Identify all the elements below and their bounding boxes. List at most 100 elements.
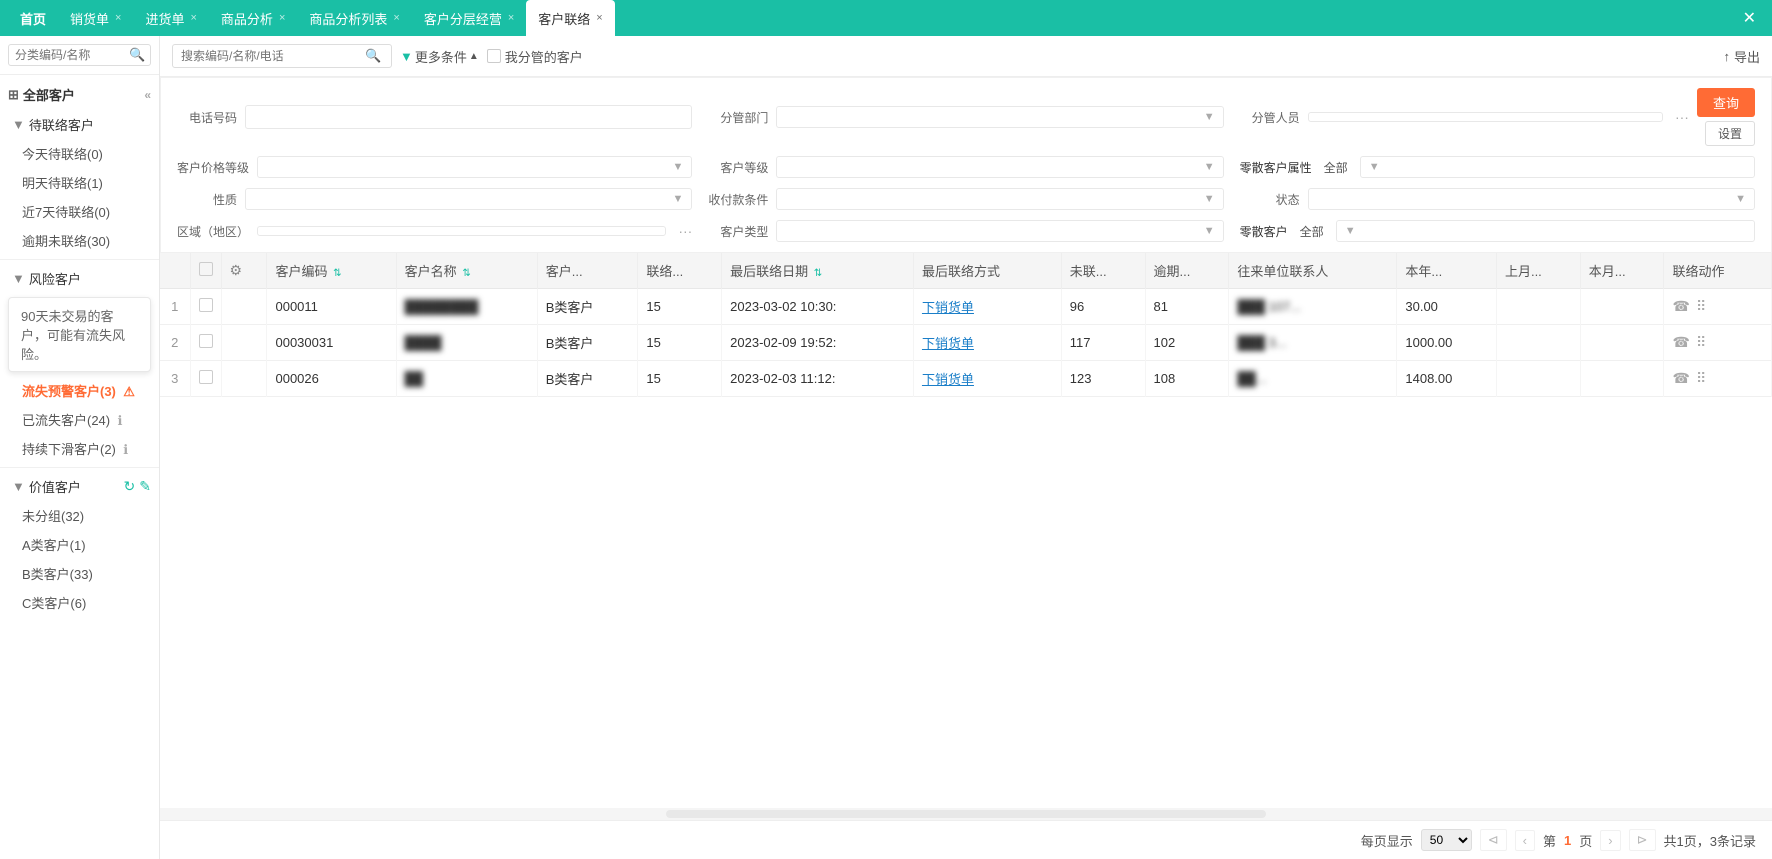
export-button[interactable]: ↑ 导出: [1723, 47, 1760, 66]
chevron-up-icon: ▲: [469, 51, 479, 62]
close-icon[interactable]: ×: [508, 12, 514, 24]
export-icon: ↑: [1723, 49, 1730, 64]
cell-check[interactable]: [190, 325, 221, 361]
tab-home[interactable]: 首页: [8, 0, 58, 36]
sidebar-group-value[interactable]: ▼ 价值客户 ↻ ✎: [0, 472, 159, 501]
th-code[interactable]: 客户编码 ⇅: [267, 253, 396, 289]
contact-icon[interactable]: ☎: [1672, 334, 1689, 351]
filter-select-price-level[interactable]: ▼: [257, 156, 692, 178]
select-all-checkbox[interactable]: [199, 262, 213, 276]
contact-icon[interactable]: ☎: [1672, 298, 1689, 315]
content-area: 🔍 ▼ 更多条件 ▲ 我分管的客户 ↑ 导出 电话号码: [160, 36, 1772, 859]
th-name[interactable]: 客户名称 ⇅: [396, 253, 537, 289]
sidebar-item-declining[interactable]: 持续下滑客户(2) ℹ: [0, 434, 159, 463]
sidebar-root[interactable]: ⊞ 全部客户 «: [0, 79, 159, 110]
close-icon[interactable]: ×: [190, 12, 196, 24]
filter-select-status[interactable]: ▼: [1308, 188, 1755, 210]
filter-select-scatter-attr[interactable]: ▼: [1360, 156, 1755, 178]
sidebar-item-7days[interactable]: 近7天待联络(0): [0, 197, 159, 226]
my-customers-checkbox[interactable]: [487, 49, 501, 63]
sidebar-group-risk[interactable]: ▼ 风险客户: [0, 264, 159, 293]
filter-select-customer-level[interactable]: ▼: [776, 156, 1223, 178]
filter-label-nature: 性质: [177, 191, 237, 208]
cell-last-method[interactable]: 下销货单: [913, 289, 1061, 325]
last-method-link[interactable]: 下销货单: [922, 372, 974, 387]
settings-button[interactable]: 设置: [1705, 121, 1755, 146]
cell-last-month: [1496, 289, 1580, 325]
tab-customer-contact[interactable]: 客户联络 ×: [526, 0, 614, 36]
sidebar-item-classA[interactable]: A类客户(1): [0, 530, 159, 559]
risk-tooltip: 90天未交易的客户，可能有流失风险。: [8, 297, 151, 372]
sidebar-item-overdue[interactable]: 逾期未联络(30): [0, 226, 159, 255]
sidebar-content: ⊞ 全部客户 « ▼ 待联络客户 今天待联络(0) 明天待联络(1) 近7天待联…: [0, 75, 159, 859]
filter-select-person[interactable]: [1308, 112, 1663, 122]
collapse-icon[interactable]: «: [144, 88, 151, 102]
more-actions-icon[interactable]: ⠿: [1696, 334, 1706, 351]
more-actions-icon[interactable]: ⠿: [1696, 370, 1706, 387]
page-prev-button[interactable]: ‹: [1515, 830, 1535, 851]
tab-sales[interactable]: 销货单 ×: [58, 0, 133, 36]
more-options-icon[interactable]: ···: [1675, 109, 1689, 125]
window-close-button[interactable]: ✕: [1735, 8, 1764, 28]
edit-icon[interactable]: ✎: [139, 478, 151, 495]
filter-row-status: 状态 ▼: [1240, 188, 1755, 210]
cell-uncontacted: 117: [1061, 325, 1145, 361]
group-actions: ↻ ✎: [124, 478, 151, 495]
filter-label-scatter-attr: 零散客户属性: [1240, 159, 1312, 176]
filter-select-nature[interactable]: ▼: [245, 188, 692, 210]
scrollbar-track[interactable]: [666, 810, 1266, 818]
last-method-link[interactable]: 下销货单: [922, 336, 974, 351]
refresh-icon[interactable]: ↻: [124, 478, 136, 495]
per-page-select[interactable]: 50 100: [1421, 829, 1472, 851]
th-actions: 联络动作: [1664, 253, 1772, 289]
sidebar-item-churn-warning[interactable]: 流失预警客户(3) ⚠: [0, 376, 159, 405]
page-first-button[interactable]: ⊲: [1480, 829, 1507, 851]
filter-select-dept[interactable]: ▼: [776, 106, 1223, 128]
tab-purchase[interactable]: 进货单 ×: [133, 0, 208, 36]
filter-select-payment[interactable]: ▼: [776, 188, 1223, 210]
sidebar-group-pending[interactable]: ▼ 待联络客户: [0, 110, 159, 139]
filter-select-scatter[interactable]: ▼: [1336, 220, 1755, 242]
column-settings-icon[interactable]: ⚙: [230, 262, 243, 278]
last-method-link[interactable]: 下销货单: [922, 300, 974, 315]
close-icon[interactable]: ×: [596, 12, 602, 24]
sidebar-item-today[interactable]: 今天待联络(0): [0, 139, 159, 168]
sidebar-item-churned[interactable]: 已流失客户(24) ℹ: [0, 405, 159, 434]
search-icon[interactable]: 🔍: [365, 48, 381, 64]
more-actions-icon[interactable]: ⠿: [1696, 298, 1706, 315]
filter-select-region[interactable]: [257, 226, 666, 236]
query-button[interactable]: 查询: [1697, 88, 1755, 117]
horizontal-scrollbar[interactable]: [160, 808, 1772, 820]
more-conditions-button[interactable]: ▼ 更多条件 ▲: [400, 47, 479, 66]
table-row: 2 00030031 ████ B类客户 15 2023-02-09 19:52…: [160, 325, 1772, 361]
contact-icon[interactable]: ☎: [1672, 370, 1689, 387]
cell-type: B类客户: [537, 289, 638, 325]
th-last-date[interactable]: 最后联络日期 ⇅: [722, 253, 914, 289]
row-checkbox[interactable]: [199, 298, 213, 312]
close-icon[interactable]: ×: [115, 12, 121, 24]
sidebar-item-classB[interactable]: B类客户(33): [0, 559, 159, 588]
cell-check[interactable]: [190, 289, 221, 325]
close-icon[interactable]: ×: [393, 12, 399, 24]
cell-rownum: 3: [160, 361, 190, 397]
tab-product-analysis[interactable]: 商品分析 ×: [209, 0, 297, 36]
cell-check[interactable]: [190, 361, 221, 397]
more-options-icon[interactable]: ···: [678, 223, 692, 239]
row-checkbox[interactable]: [199, 334, 213, 348]
tab-customer-tier[interactable]: 客户分层经营 ×: [412, 0, 526, 36]
search-input[interactable]: [181, 49, 361, 63]
page-next-button[interactable]: ›: [1600, 830, 1620, 851]
tab-product-list[interactable]: 商品分析列表 ×: [297, 0, 411, 36]
cell-last-method[interactable]: 下销货单: [913, 325, 1061, 361]
sidebar-item-tomorrow[interactable]: 明天待联络(1): [0, 168, 159, 197]
sidebar-item-ungroup[interactable]: 未分组(32): [0, 501, 159, 530]
row-checkbox[interactable]: [199, 370, 213, 384]
filter-input-phone[interactable]: [245, 105, 692, 129]
cell-last-method[interactable]: 下销货单: [913, 361, 1061, 397]
close-icon[interactable]: ×: [279, 12, 285, 24]
my-customers-checkbox-wrap[interactable]: 我分管的客户: [487, 47, 583, 66]
sidebar-item-classC[interactable]: C类客户(6): [0, 588, 159, 617]
filter-select-customer-type[interactable]: ▼: [776, 220, 1223, 242]
page-last-button[interactable]: ⊳: [1629, 829, 1656, 851]
th-settings[interactable]: ⚙: [221, 253, 267, 289]
